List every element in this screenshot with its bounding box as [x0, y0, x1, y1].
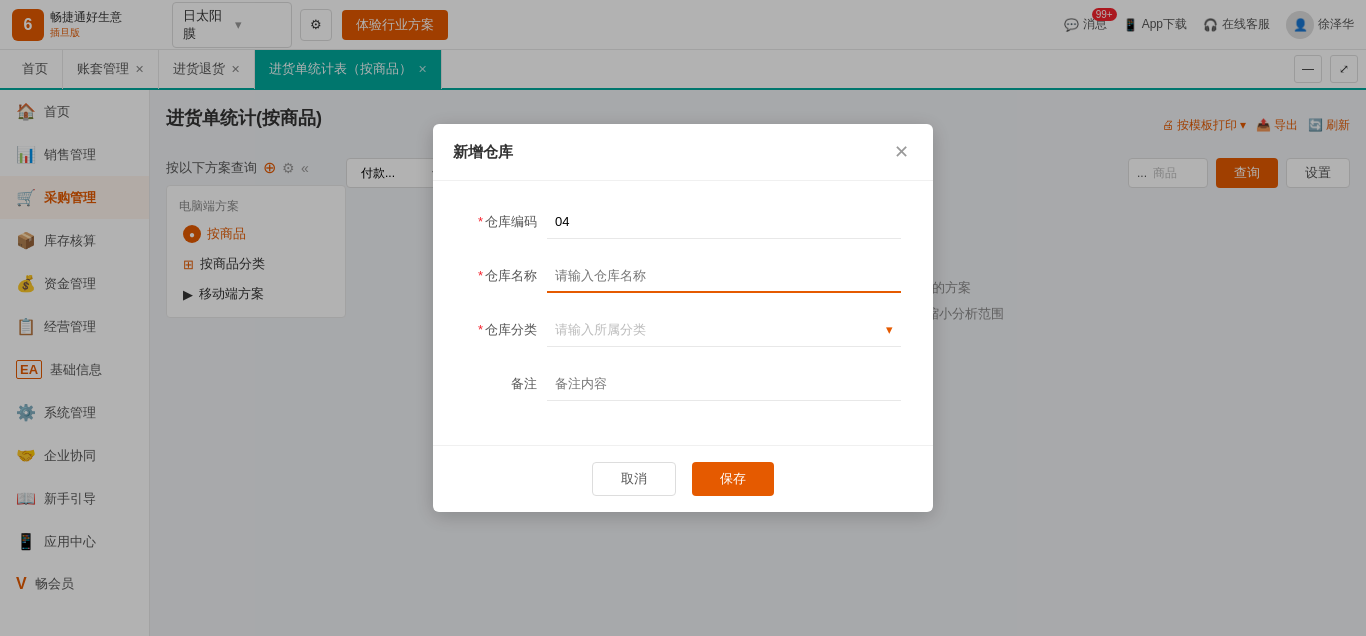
- modal-overlay: 新增仓库 ✕ 仓库编码 仓库名称 仓库分类 请输入所属分类 ▾: [0, 0, 1366, 636]
- dialog-close-button[interactable]: ✕: [889, 140, 913, 164]
- category-placeholder: 请输入所属分类: [555, 321, 646, 339]
- form-row-code: 仓库编码: [465, 205, 901, 239]
- form-row-name: 仓库名称: [465, 259, 901, 293]
- save-button[interactable]: 保存: [692, 462, 774, 496]
- form-row-category: 仓库分类 请输入所属分类 ▾: [465, 313, 901, 347]
- code-label: 仓库编码: [465, 213, 537, 231]
- dialog-title: 新增仓库: [453, 143, 513, 162]
- dialog-body: 仓库编码 仓库名称 仓库分类 请输入所属分类 ▾ 备注: [433, 181, 933, 445]
- form-row-note: 备注: [465, 367, 901, 401]
- category-label: 仓库分类: [465, 321, 537, 339]
- dialog-header: 新增仓库 ✕: [433, 124, 933, 181]
- name-input[interactable]: [547, 259, 901, 293]
- code-input[interactable]: [547, 205, 901, 239]
- new-warehouse-dialog: 新增仓库 ✕ 仓库编码 仓库名称 仓库分类 请输入所属分类 ▾: [433, 124, 933, 512]
- chevron-down-icon: ▾: [886, 322, 893, 337]
- cancel-button[interactable]: 取消: [592, 462, 676, 496]
- dialog-footer: 取消 保存: [433, 445, 933, 512]
- note-label: 备注: [465, 375, 537, 393]
- note-input[interactable]: [547, 367, 901, 401]
- name-label: 仓库名称: [465, 267, 537, 285]
- category-select[interactable]: 请输入所属分类 ▾: [547, 313, 901, 347]
